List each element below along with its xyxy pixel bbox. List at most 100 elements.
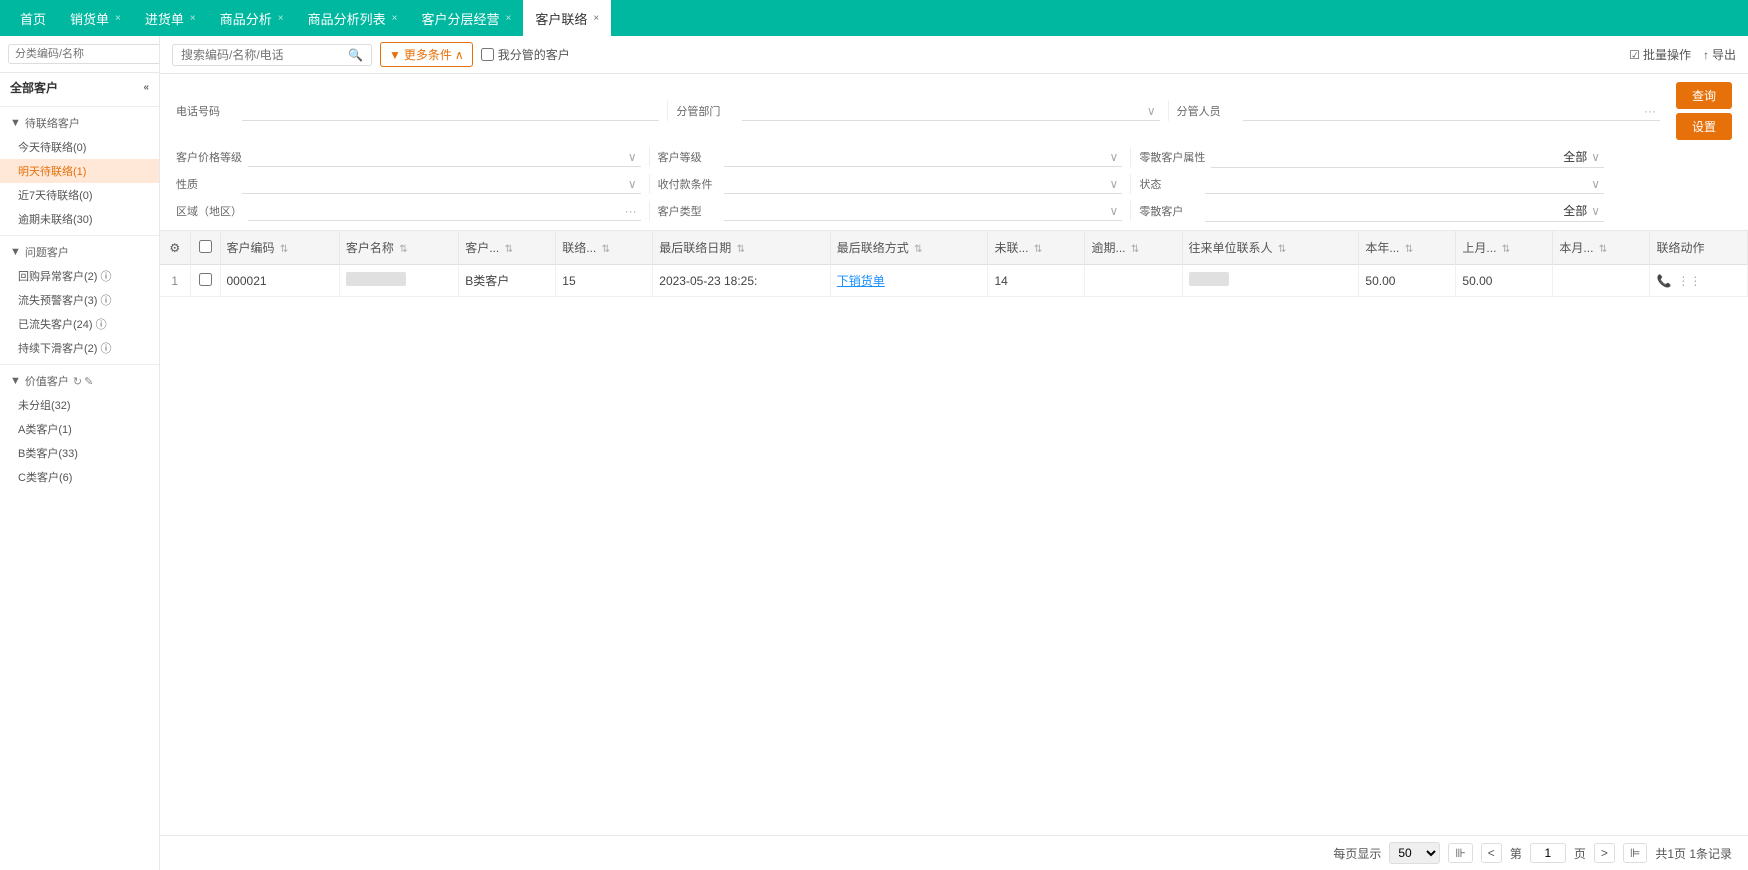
filter-manager-select[interactable]: ··· [1243, 102, 1660, 121]
sidebar: 🔍 全部客户 « ▼ 待联络客户 今天待联络(0) 明天待联络(1) 近7天待联… [0, 36, 160, 870]
select-all-checkbox[interactable] [199, 240, 212, 253]
col-contact-count[interactable]: 联络... ⇅ [556, 231, 653, 265]
filter-retail-customer-label: 零散客户 [1139, 203, 1199, 219]
filter-price-level-select[interactable]: ∨ [248, 148, 641, 167]
filter-phone-input[interactable] [242, 102, 659, 121]
filter-price-level-field: 客户价格等级 ∨ [176, 148, 641, 167]
query-btn[interactable]: 查询 [1676, 82, 1732, 109]
sidebar-item-tomorrow-contact[interactable]: 明天待联络(1) [0, 159, 159, 183]
row-last-contact-method[interactable]: 下销货单 [830, 265, 988, 297]
filter-payment-select[interactable]: ∨ [724, 175, 1123, 194]
batch-operation-btn[interactable]: ☑ 批量操作 [1629, 46, 1691, 63]
nav-product-analysis[interactable]: 商品分析 × [208, 0, 296, 36]
page-size-select[interactable]: 50 100 200 [1389, 842, 1440, 864]
prev-page-btn[interactable]: < [1481, 843, 1502, 863]
export-btn[interactable]: ↑ 导出 [1703, 46, 1736, 63]
nav-product-list-close[interactable]: × [392, 13, 398, 24]
col-last-contact-method[interactable]: 最后联络方式 ⇅ [830, 231, 988, 265]
sidebar-search-input[interactable] [8, 44, 160, 64]
filter-retail-attr-select[interactable]: 全部 ∨ [1211, 146, 1604, 168]
filter-dept-select[interactable]: ∨ [742, 102, 1159, 121]
row-action: 📞 ⋮⋮ [1650, 265, 1748, 297]
my-customers-checkbox-area[interactable]: 我分管的客户 [481, 46, 570, 63]
col-code[interactable]: 客户编码 ⇅ [220, 231, 339, 265]
toolbar-search-icon[interactable]: 🔍 [348, 48, 363, 62]
filter-nature-arrow: ∨ [628, 177, 637, 191]
toolbar-search-input[interactable] [181, 48, 348, 62]
nav-product-analysis-close[interactable]: × [278, 13, 284, 24]
problem-customers-arrow: ▼ [10, 246, 21, 258]
sidebar-pending-contact-header[interactable]: ▼ 待联络客户 [0, 111, 159, 135]
sidebar-problem-customers-header[interactable]: ▼ 问题客户 [0, 240, 159, 264]
sidebar-item-a-class[interactable]: A类客户(1) [0, 417, 159, 441]
col-this-month[interactable]: 本月... ⇅ [1553, 231, 1650, 265]
filter-area-select[interactable]: ··· [248, 202, 641, 221]
col-last-contact-date[interactable]: 最后联络日期 ⇅ [653, 231, 830, 265]
first-page-btn[interactable]: ⊪ [1448, 843, 1472, 863]
current-page-input[interactable] [1530, 843, 1566, 863]
sidebar-item-c-class[interactable]: C类客户(6) [0, 465, 159, 489]
col-last-month[interactable]: 上月... ⇅ [1456, 231, 1553, 265]
row-contact-person [1182, 265, 1359, 297]
sidebar-item-overdue-contact[interactable]: 逾期未联络(30) [0, 207, 159, 231]
toolbar-search-box[interactable]: 🔍 [172, 44, 372, 66]
filter-panel: 电话号码 分管部门 ∨ 分管人员 ··· [160, 74, 1748, 231]
action-phone-icon[interactable]: 📞 [1656, 274, 1671, 288]
filter-customer-type-select[interactable]: ∨ [724, 202, 1123, 221]
action-menu-icon[interactable]: ⋮⋮ [1677, 274, 1701, 288]
nav-home[interactable]: 首页 [8, 0, 58, 36]
filter-row-2: 客户价格等级 ∨ 客户等级 ∨ 零散客户属性 [176, 146, 1732, 168]
sidebar-item-week-contact[interactable]: 近7天待联络(0) [0, 183, 159, 207]
filter-nature-field: 性质 ∨ [176, 175, 641, 194]
filter-customer-type-arrow: ∨ [1110, 204, 1119, 218]
value-customers-refresh[interactable]: ↻ [73, 375, 82, 388]
more-filters-btn[interactable]: ▼ 更多条件 ∧ [380, 42, 473, 67]
nav-customer-contact[interactable]: 客户联络 × [523, 0, 611, 36]
filter-nature-select[interactable]: ∨ [242, 175, 641, 194]
col-overdue[interactable]: 逾期... ⇅ [1085, 231, 1182, 265]
col-unreached[interactable]: 未联... ⇅ [988, 231, 1085, 265]
sidebar-item-ungrouped[interactable]: 未分组(32) [0, 393, 159, 417]
filter-retail-customer-select[interactable]: 全部 ∨ [1205, 200, 1604, 222]
row-unreached: 14 [988, 265, 1085, 297]
sidebar-item-churned[interactable]: 已流失客户(24) ⓘ [0, 312, 159, 336]
value-customers-edit[interactable]: ✎ [84, 375, 93, 388]
sidebar-all-customers[interactable]: 全部客户 « [0, 73, 159, 102]
sidebar-collapse-icon[interactable]: « [143, 82, 149, 93]
my-customers-checkbox[interactable] [481, 48, 494, 61]
col-gear[interactable]: ⚙ [160, 231, 190, 265]
sidebar-item-declining[interactable]: 持续下滑客户(2) ⓘ [0, 336, 159, 360]
toolbar-right: ☑ 批量操作 ↑ 导出 [1629, 46, 1736, 63]
nav-customer-contact-close[interactable]: × [593, 13, 599, 24]
nav-sales[interactable]: 销货单 × [58, 0, 133, 36]
col-checkbox [190, 231, 220, 265]
nav-customer-tier-close[interactable]: × [505, 13, 511, 24]
sidebar-item-b-class[interactable]: B类客户(33) [0, 441, 159, 465]
col-type[interactable]: 客户... ⇅ [459, 231, 556, 265]
col-name[interactable]: 客户名称 ⇅ [339, 231, 458, 265]
sidebar-item-abnormal-repurchase[interactable]: 回购异常客户(2) ⓘ [0, 264, 159, 288]
nav-purchase[interactable]: 进货单 × [133, 0, 208, 36]
filter-status-select[interactable]: ∨ [1205, 175, 1604, 194]
nav-product-analysis-list[interactable]: 商品分析列表 × [296, 0, 410, 36]
nav-customer-tier[interactable]: 客户分层经营 × [409, 0, 523, 36]
last-page-btn[interactable]: ⊫ [1623, 843, 1647, 863]
nav-sales-close[interactable]: × [115, 13, 121, 24]
filter-customer-level-select[interactable]: ∨ [724, 148, 1123, 167]
col-contact-person[interactable]: 往来单位联系人 ⇅ [1182, 231, 1359, 265]
next-page-btn[interactable]: > [1594, 843, 1615, 863]
sidebar-item-today-contact[interactable]: 今天待联络(0) [0, 135, 159, 159]
filter-dept-field: 分管部门 ∨ [676, 102, 1159, 121]
sidebar-item-churn-warning[interactable]: 流失预警客户(3) ⓘ [0, 288, 159, 312]
last-contact-link[interactable]: 下销货单 [837, 274, 885, 288]
settings-btn[interactable]: 设置 [1676, 113, 1732, 140]
row-checkbox[interactable] [199, 273, 212, 286]
col-this-year[interactable]: 本年... ⇅ [1359, 231, 1456, 265]
filter-row-1: 电话号码 分管部门 ∨ 分管人员 ··· [176, 82, 1732, 140]
nav-purchase-close[interactable]: × [190, 13, 196, 24]
row-last-month: 50.00 [1456, 265, 1553, 297]
sidebar-value-customers-header[interactable]: ▼ 价值客户 ↻ ✎ [0, 369, 159, 393]
content-area: 🔍 ▼ 更多条件 ∧ 我分管的客户 ☑ 批量操作 ↑ 导出 [160, 36, 1748, 870]
col-action: 联络动作 [1650, 231, 1748, 265]
row-num: 1 [160, 265, 190, 297]
